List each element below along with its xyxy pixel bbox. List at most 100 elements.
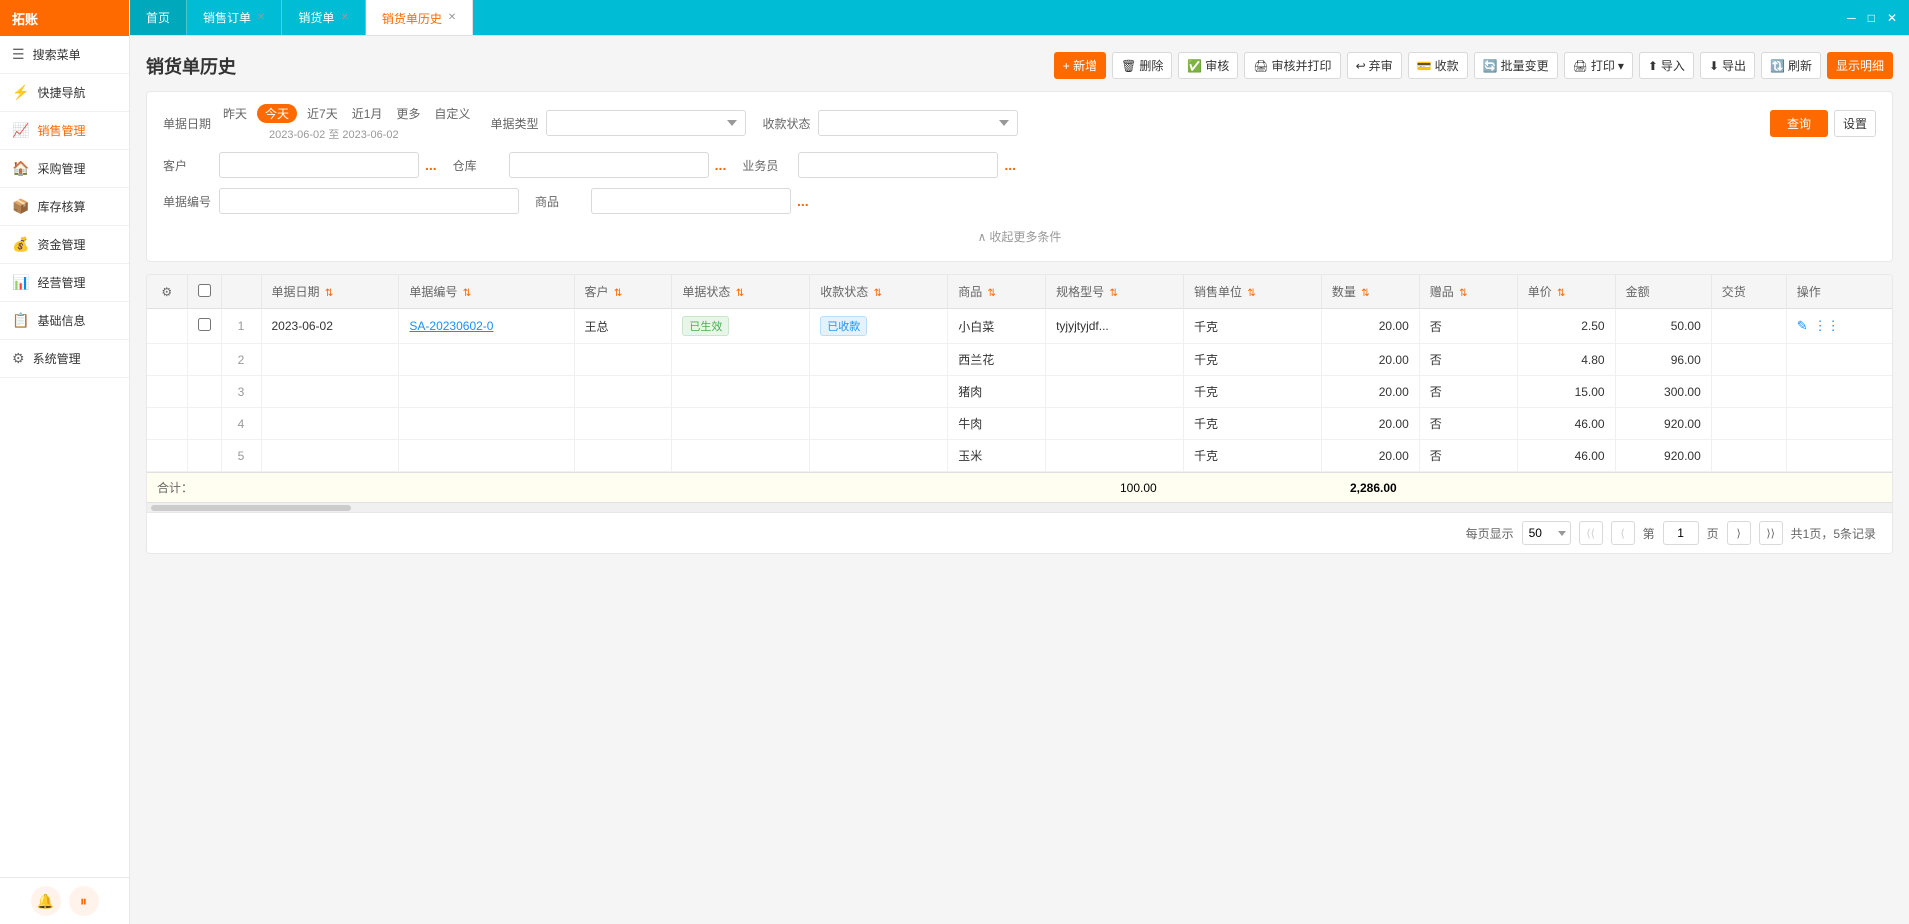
- page-prev-btn[interactable]: ⟨: [1611, 521, 1635, 545]
- window-maximize-btn[interactable]: □: [1864, 7, 1879, 29]
- select-all-checkbox[interactable]: [198, 284, 211, 297]
- sidebar-item-sales-mgmt[interactable]: 📈 销售管理: [0, 112, 129, 150]
- scrollbar-thumb[interactable]: [151, 505, 351, 511]
- row-check-2[interactable]: [187, 376, 221, 408]
- sidebar-item-quick-nav[interactable]: ⚡ 快捷导航: [0, 74, 129, 112]
- tab-home[interactable]: 首页: [130, 0, 187, 36]
- collect-status-select[interactable]: [818, 110, 1018, 136]
- row-docno-2[interactable]: [399, 376, 574, 408]
- col-collect-status-header[interactable]: 收款状态 ⇅: [810, 275, 948, 309]
- customer-extra-btn[interactable]: ...: [425, 157, 437, 173]
- col-settings-header[interactable]: ⚙: [147, 275, 187, 309]
- sidebar-item-purchase-mgmt[interactable]: 🏠 采购管理: [0, 150, 129, 188]
- collect-button[interactable]: 💳 收款: [1408, 52, 1468, 79]
- date-yesterday[interactable]: 昨天: [219, 104, 251, 123]
- col-date-header[interactable]: 单据日期 ⇅: [261, 275, 399, 309]
- col-qty-header[interactable]: 数量 ⇅: [1321, 275, 1419, 309]
- query-button[interactable]: 查询: [1770, 110, 1828, 137]
- tab-sales-goods[interactable]: 销货单 ✕: [282, 0, 365, 36]
- goods-extra-btn[interactable]: ...: [797, 193, 809, 209]
- date-custom[interactable]: 自定义: [430, 104, 474, 123]
- export-icon: ⬇: [1709, 59, 1719, 73]
- type-select[interactable]: [546, 110, 746, 136]
- date-1month[interactable]: 近1月: [348, 104, 387, 123]
- customer-input[interactable]: [219, 152, 419, 178]
- sidebar-item-basic-info[interactable]: 📋 基础信息: [0, 302, 129, 340]
- page-size-select[interactable]: 50 20 100: [1522, 521, 1571, 545]
- row-customer-3: [574, 408, 672, 440]
- date-more[interactable]: 更多: [392, 104, 424, 123]
- row-date-1: [261, 344, 399, 376]
- new-button[interactable]: + 新增: [1054, 52, 1106, 79]
- print-button[interactable]: 🖨 打印 ▾: [1564, 52, 1633, 79]
- abandon-button[interactable]: ↩ 弃审: [1347, 52, 1402, 79]
- tab-sales-goods-close[interactable]: ✕: [340, 13, 348, 23]
- col-doc-status-header[interactable]: 单据状态 ⇅: [672, 275, 810, 309]
- sidebar-item-search-menu[interactable]: ☰ 搜索菜单: [0, 36, 129, 74]
- import-button[interactable]: ⬆ 导入: [1639, 52, 1694, 79]
- page-first-btn[interactable]: ⟨⟨: [1579, 521, 1603, 545]
- col-price-header[interactable]: 单价 ⇅: [1517, 275, 1615, 309]
- col-docno-header[interactable]: 单据编号 ⇅: [399, 275, 574, 309]
- window-minimize-btn[interactable]: ─: [1843, 7, 1860, 29]
- row-qty-2: 20.00: [1321, 376, 1419, 408]
- col-customer-header[interactable]: 客户 ⇅: [574, 275, 672, 309]
- print-icon: 🖨: [1573, 59, 1588, 73]
- batch-change-button[interactable]: 🔄 批量变更: [1474, 52, 1558, 79]
- horizontal-scrollbar[interactable]: [147, 502, 1892, 512]
- col-goods-header[interactable]: 商品 ⇅: [948, 275, 1046, 309]
- row-date-3: [261, 408, 399, 440]
- setting-button[interactable]: 设置: [1834, 110, 1876, 137]
- agent-input[interactable]: [798, 152, 998, 178]
- window-close-btn[interactable]: ✕: [1883, 7, 1901, 29]
- warehouse-extra-btn[interactable]: ...: [715, 157, 727, 173]
- edit-icon-0[interactable]: ✎: [1797, 318, 1808, 334]
- date-7days[interactable]: 近7天: [303, 104, 342, 123]
- row-docno-3[interactable]: [399, 408, 574, 440]
- row-check-1[interactable]: [187, 344, 221, 376]
- more-icon-0[interactable]: ⋮⋮: [1814, 318, 1840, 334]
- goods-input[interactable]: [591, 188, 791, 214]
- page-input[interactable]: [1663, 521, 1699, 545]
- export-button[interactable]: ⬇ 导出: [1700, 52, 1755, 79]
- tab-sales-order-close[interactable]: ✕: [257, 13, 265, 23]
- col-check-header[interactable]: [187, 275, 221, 309]
- sidebar-item-inventory[interactable]: 📦 库存核算: [0, 188, 129, 226]
- docno-input[interactable]: [219, 188, 519, 214]
- row-docno-4[interactable]: [399, 440, 574, 472]
- row-check-0[interactable]: [187, 309, 221, 344]
- page-next-btn[interactable]: ⟩: [1727, 521, 1751, 545]
- date-sort-icon: ⇅: [325, 288, 333, 299]
- row-check-4[interactable]: [187, 440, 221, 472]
- pause-btn[interactable]: ⏸: [69, 886, 99, 916]
- tab-sales-history-close[interactable]: ✕: [448, 13, 456, 23]
- sidebar-item-system-mgmt[interactable]: ⚙ 系统管理: [0, 340, 129, 378]
- delete-button[interactable]: 🗑 删除: [1112, 52, 1172, 79]
- filter-goods-item: 商品 ...: [535, 188, 809, 214]
- row-docno-1[interactable]: [399, 344, 574, 376]
- row-collect-status-0: 已收款: [810, 309, 948, 344]
- sidebar-item-finance[interactable]: 💰 资金管理: [0, 226, 129, 264]
- col-unit-header[interactable]: 销售单位 ⇅: [1183, 275, 1321, 309]
- audit-button[interactable]: ✅ 审核: [1178, 52, 1238, 79]
- sidebar-item-label: 快捷导航: [37, 84, 85, 101]
- page-last-btn[interactable]: ⟩⟩: [1759, 521, 1783, 545]
- audit-print-button[interactable]: 🖨 审核并打印: [1244, 52, 1340, 79]
- import-icon: ⬆: [1648, 59, 1658, 73]
- notification-btn[interactable]: 🔔: [31, 886, 61, 916]
- refresh-button[interactable]: 🔃 刷新: [1761, 52, 1821, 79]
- tab-sales-history[interactable]: 销货单历史 ✕: [366, 0, 473, 36]
- show-detail-button[interactable]: 显示明细: [1827, 52, 1893, 79]
- sidebar-item-operations[interactable]: 📊 经营管理: [0, 264, 129, 302]
- abandon-icon: ↩: [1356, 59, 1366, 73]
- agent-extra-btn[interactable]: ...: [1004, 157, 1016, 173]
- warehouse-input[interactable]: [509, 152, 709, 178]
- col-gift-header[interactable]: 赠品 ⇅: [1419, 275, 1517, 309]
- date-today[interactable]: 今天: [257, 104, 297, 123]
- row-amount-0: 50.00: [1615, 309, 1711, 344]
- row-check-3[interactable]: [187, 408, 221, 440]
- collapse-button[interactable]: ∧ 收起更多条件: [974, 224, 1066, 249]
- col-spec-header[interactable]: 规格型号 ⇅: [1046, 275, 1184, 309]
- tab-sales-order[interactable]: 销售订单 ✕: [187, 0, 282, 36]
- row-docno-0[interactable]: SA-20230602-0: [399, 309, 574, 344]
